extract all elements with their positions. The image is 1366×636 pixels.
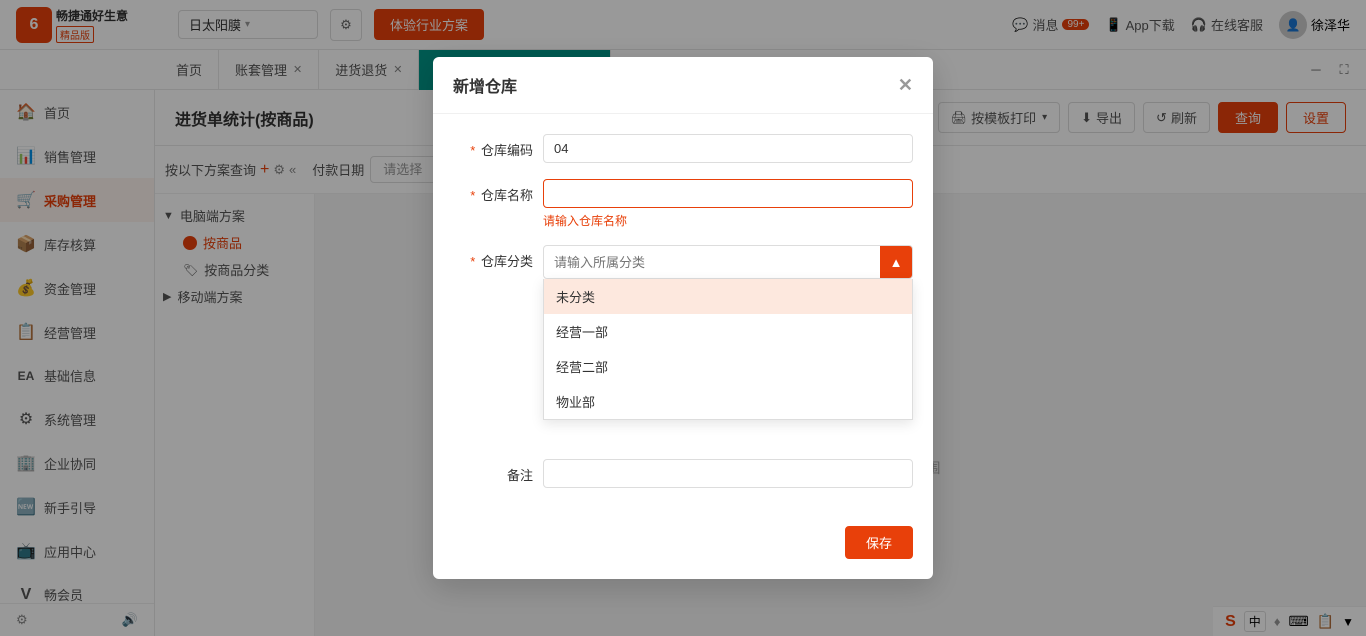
code-required: * — [470, 143, 475, 158]
name-input[interactable] — [543, 179, 913, 208]
dropdown-list: 未分类 经营一部 经营二部 物业部 — [543, 279, 913, 420]
dropdown-item-dept2[interactable]: 经营二部 — [544, 349, 912, 384]
modal-title: 新增仓库 — [453, 73, 517, 97]
code-field-row: * 仓库编码 — [453, 134, 913, 163]
note-field-row: 备注 — [453, 459, 913, 488]
modal-body: * 仓库编码 * 仓库名称 请输入仓库名称 — [433, 114, 933, 514]
note-label: 备注 — [507, 468, 533, 483]
dropdown-item-dept3[interactable]: 物业部 — [544, 384, 912, 419]
category-required: * — [470, 254, 475, 269]
name-required: * — [470, 188, 475, 203]
save-btn[interactable]: 保存 — [845, 526, 913, 559]
dropdown-item-dept1[interactable]: 经营一部 — [544, 314, 912, 349]
modal-close-btn[interactable]: ✕ — [898, 75, 913, 96]
name-label: 仓库名称 — [481, 188, 533, 203]
dropdown-toggle-btn[interactable]: ▲ — [880, 246, 912, 278]
new-warehouse-modal: 新增仓库 ✕ * 仓库编码 * 仓库名称 — [433, 57, 933, 579]
category-field-row: * 仓库分类 ▲ 未分类 经营一部 经营二部 物业部 — [453, 245, 913, 279]
category-dropdown: ▲ 未分类 经营一部 经营二部 物业部 — [543, 245, 913, 279]
name-error-msg: 请输入仓库名称 — [543, 212, 913, 229]
name-field-row: * 仓库名称 请输入仓库名称 — [453, 179, 913, 229]
category-input[interactable] — [544, 249, 880, 276]
dropdown-item-none[interactable]: 未分类 — [544, 279, 912, 314]
code-label: 仓库编码 — [481, 143, 533, 158]
note-input[interactable] — [543, 459, 913, 488]
modal-header: 新增仓库 ✕ — [433, 57, 933, 114]
modal-overlay: 新增仓库 ✕ * 仓库编码 * 仓库名称 — [0, 0, 1366, 636]
category-label: 仓库分类 — [481, 254, 533, 269]
code-input[interactable] — [543, 134, 913, 163]
modal-footer: 保存 — [433, 514, 933, 579]
